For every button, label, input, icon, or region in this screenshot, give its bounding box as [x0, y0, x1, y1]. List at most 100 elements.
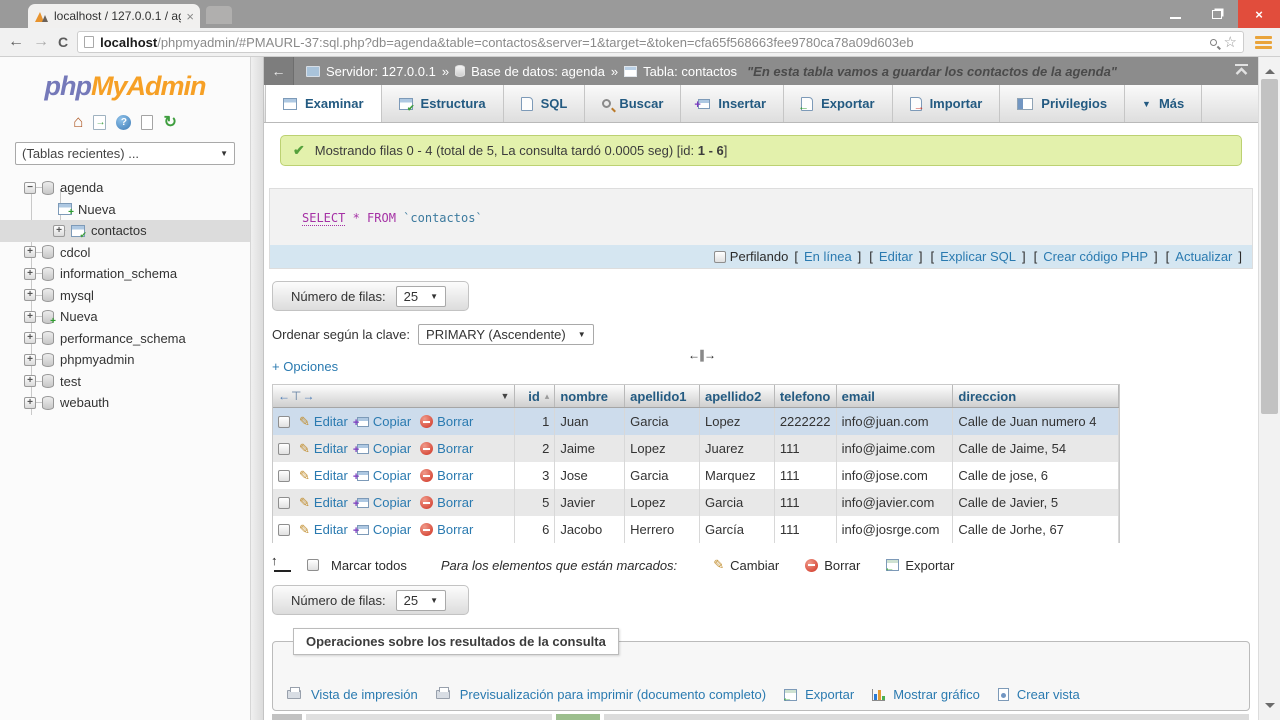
zoom-icon[interactable]: [1209, 38, 1217, 46]
expand-icon[interactable]: +: [53, 224, 65, 237]
create-php-code-link[interactable]: Crear código PHP: [1043, 249, 1148, 264]
browser-menu-button[interactable]: [1255, 35, 1272, 49]
tree-item-new-table[interactable]: Nueva: [0, 198, 250, 220]
scroll-down-icon[interactable]: [1265, 703, 1275, 713]
minimize-button[interactable]: [1154, 0, 1196, 28]
tab-examinar[interactable]: Examinar: [265, 85, 382, 122]
tab-close-icon[interactable]: ×: [186, 10, 194, 23]
tab-insertar[interactable]: Insertar: [681, 85, 785, 122]
tab-sql[interactable]: SQL: [504, 85, 586, 122]
refresh-icon[interactable]: ↻: [163, 114, 176, 130]
delete-link[interactable]: Borrar: [420, 441, 473, 456]
tab-importar[interactable]: → Importar: [893, 85, 1001, 122]
left-arrow-icon[interactable]: ←: [278, 389, 290, 403]
breadcrumb-back-button[interactable]: ←: [264, 57, 294, 85]
sort-key-select[interactable]: PRIMARY (Ascendente) ▼: [418, 324, 594, 345]
scroll-up-icon[interactable]: [1265, 64, 1275, 74]
explain-sql-link[interactable]: Explicar SQL: [940, 249, 1016, 264]
close-button[interactable]: ×: [1238, 0, 1280, 28]
check-all-checkbox[interactable]: [307, 559, 319, 571]
reload-button[interactable]: C: [58, 34, 68, 50]
sql-keyword[interactable]: SELECT: [302, 211, 346, 226]
browser-tab[interactable]: localhost / 127.0.0.1 / ager ×: [28, 4, 200, 28]
panel-resizer[interactable]: [250, 57, 264, 720]
profiling-checkbox[interactable]: [713, 250, 726, 263]
edit-link[interactable]: Editar: [879, 249, 913, 264]
create-view-link[interactable]: Crear vista: [1017, 687, 1080, 702]
phpmyadmin-logo[interactable]: phpMyAdmin: [0, 57, 250, 102]
vertical-scrollbar[interactable]: [1258, 57, 1280, 720]
change-button[interactable]: ✎ Cambiar: [713, 557, 779, 573]
collapse-icon[interactable]: −: [24, 181, 36, 194]
expand-icon[interactable]: +: [24, 375, 36, 388]
tab-estructura[interactable]: Estructura: [382, 85, 504, 122]
breadcrumb-table[interactable]: Tabla: contactos: [643, 64, 737, 79]
row-checkbox[interactable]: [278, 415, 290, 428]
tree-item-test[interactable]: + test: [0, 370, 250, 392]
expand-icon[interactable]: +: [24, 267, 36, 280]
scrollbar-thumb[interactable]: [1261, 79, 1278, 414]
tree-item-cdcol[interactable]: + cdcol: [0, 241, 250, 263]
expand-icon[interactable]: +: [24, 353, 36, 366]
tree-item-information-schema[interactable]: + information_schema: [0, 263, 250, 285]
num-rows-select[interactable]: 25 ▼: [395, 589, 447, 611]
home-icon[interactable]: ⌂: [73, 113, 83, 130]
display-chart-link[interactable]: Mostrar gráfico: [893, 687, 980, 702]
delete-link[interactable]: Borrar: [420, 495, 473, 510]
forward-button[interactable]: →: [33, 33, 49, 51]
column-header-nombre[interactable]: nombre: [555, 385, 626, 407]
url-bar[interactable]: localhost/phpmyadmin/#PMAURL-37:sql.php?…: [77, 31, 1244, 53]
delete-link[interactable]: Borrar: [420, 468, 473, 483]
column-header-email[interactable]: email: [837, 385, 954, 407]
back-button[interactable]: ←: [8, 33, 24, 51]
check-all-label[interactable]: Marcar todos: [331, 558, 407, 573]
copy-link[interactable]: Copiar: [353, 522, 411, 537]
transpose-icon[interactable]: ⊤: [291, 389, 301, 403]
print-view-link[interactable]: Vista de impresión: [311, 687, 418, 702]
tab-mas[interactable]: ▼ Más: [1125, 85, 1203, 122]
maximize-button[interactable]: [1196, 0, 1238, 28]
tree-item-webauth[interactable]: + webauth: [0, 392, 250, 414]
expand-icon[interactable]: +: [24, 396, 36, 409]
column-header-telefono[interactable]: telefono: [775, 385, 837, 407]
copy-link[interactable]: Copiar: [353, 495, 411, 510]
print-preview-link[interactable]: Previsualización para imprimir (document…: [460, 687, 766, 702]
expand-icon[interactable]: +: [24, 289, 36, 302]
right-arrow-icon[interactable]: →: [302, 389, 314, 403]
tree-item-performance-schema[interactable]: + performance_schema: [0, 327, 250, 349]
edit-link[interactable]: ✎ Editar: [299, 522, 348, 538]
tab-buscar[interactable]: Buscar: [585, 85, 682, 122]
tree-item-agenda[interactable]: − agenda: [0, 177, 250, 199]
refresh-link[interactable]: Actualizar: [1175, 249, 1232, 264]
tree-item-phpmyadmin[interactable]: + phpmyadmin: [0, 349, 250, 371]
docs-icon[interactable]: [141, 114, 154, 130]
help-icon[interactable]: ?: [116, 114, 132, 130]
options-toggle-link[interactable]: + Opciones: [272, 359, 338, 374]
row-checkbox[interactable]: [278, 523, 290, 536]
tree-item-new-database[interactable]: + Nueva: [0, 306, 250, 328]
num-rows-select[interactable]: 25 ▼: [395, 285, 447, 307]
recent-tables-select[interactable]: (Tablas recientes) ... ▼: [15, 142, 235, 165]
column-header-id[interactable]: id ▴: [515, 385, 556, 407]
column-header-apellido2[interactable]: apellido2: [700, 385, 775, 407]
copy-link[interactable]: Copiar: [353, 468, 411, 483]
column-header-apellido1[interactable]: apellido1: [625, 385, 700, 407]
expand-icon[interactable]: +: [24, 246, 36, 259]
delete-link[interactable]: Borrar: [420, 414, 473, 429]
breadcrumb-database[interactable]: Base de datos: agenda: [471, 64, 605, 79]
expand-icon[interactable]: +: [24, 332, 36, 345]
tree-item-mysql[interactable]: + mysql: [0, 284, 250, 306]
collapse-panel-icon[interactable]: [1233, 63, 1250, 79]
edit-link[interactable]: ✎ Editar: [299, 414, 348, 430]
edit-link[interactable]: ✎ Editar: [299, 468, 348, 484]
delete-button[interactable]: Borrar: [805, 558, 860, 573]
inline-edit-link[interactable]: En línea: [804, 249, 852, 264]
tree-item-contactos[interactable]: + contactos: [0, 220, 250, 242]
expand-icon[interactable]: +: [24, 310, 36, 323]
delete-link[interactable]: Borrar: [420, 522, 473, 537]
row-checkbox[interactable]: [278, 442, 290, 455]
tab-privilegios[interactable]: Privilegios: [1000, 85, 1126, 122]
column-header-direccion[interactable]: direccion: [953, 385, 1119, 407]
tab-exportar[interactable]: ← Exportar: [784, 85, 893, 122]
new-tab-button[interactable]: [206, 6, 232, 24]
